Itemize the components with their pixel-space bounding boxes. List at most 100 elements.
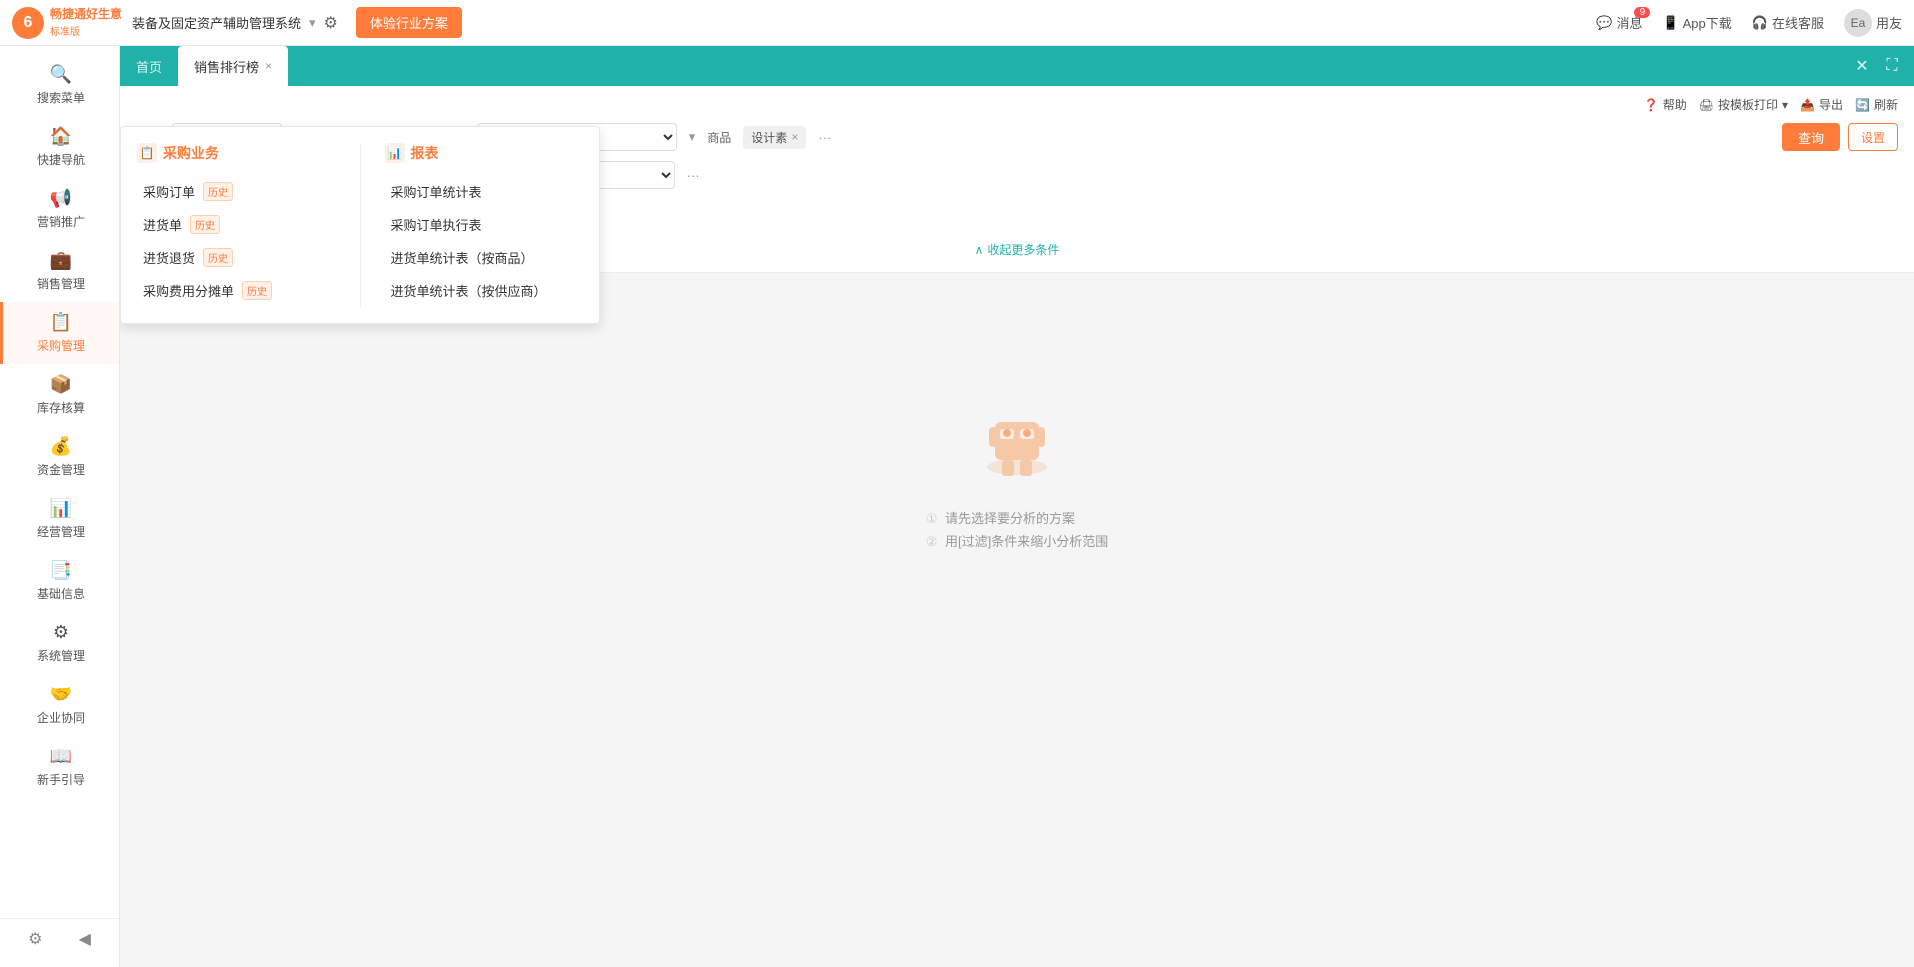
sidebar-item-quick[interactable]: 🏠 快捷导航 — [0, 116, 119, 178]
content-area: 首页 销售排行榜 × ✕ ⛶ ❓ 帮助 — [120, 46, 1914, 967]
menu-item-purchase-order-exec[interactable]: 采购订单执行表 — [385, 208, 584, 241]
sidebar-item-label: 系统管理 — [37, 647, 85, 664]
empty-tip2: ② 用[过滤]条件来缩小分析范围 — [926, 531, 1109, 550]
report-section-title: 📊 报表 — [385, 143, 584, 163]
megaphone-icon: 📢 — [50, 188, 72, 209]
page-content: ❓ 帮助 🖨 按模板打印 ▾ 📤 导出 🔄 — [120, 86, 1914, 967]
clipboard-icon: 📋 — [50, 312, 72, 333]
menu-item-purchase-order-stat[interactable]: 采购订单统计表 — [385, 175, 584, 208]
online-service-item[interactable]: 🎧 在线客服 — [1752, 13, 1824, 32]
empty-illustration — [967, 392, 1067, 492]
refresh-action[interactable]: 🔄 刷新 — [1855, 96, 1898, 113]
sidebar-item-purchase[interactable]: 📋 采购管理 — [0, 302, 119, 364]
sidebar-item-marketing[interactable]: 📢 营销推广 — [0, 178, 119, 240]
gear-icon: ⚙ — [53, 622, 69, 643]
handshake-icon: 🤝 — [50, 684, 72, 705]
phone-icon: 📱 — [1662, 15, 1678, 31]
sidebar-item-guide[interactable]: 📖 新手引导 — [0, 736, 119, 798]
goods-label: 商品 — [707, 129, 731, 146]
money-icon: 💰 — [50, 436, 72, 457]
refresh-label: 刷新 — [1874, 96, 1898, 113]
online-service-label: 在线客服 — [1772, 13, 1824, 32]
sidebar-item-basic[interactable]: 📑 基础信息 — [0, 550, 119, 612]
close-tab-btn[interactable]: ✕ — [1848, 52, 1876, 80]
report-section-icon: 📊 — [385, 143, 405, 163]
app-download-item[interactable]: 📱 App下载 — [1662, 13, 1731, 32]
goods-dots[interactable]: ··· — [818, 130, 831, 145]
sidebar-item-label: 资金管理 — [37, 461, 85, 478]
tab-close-icon[interactable]: × — [265, 59, 272, 73]
help-action[interactable]: ❓ 帮助 — [1644, 96, 1687, 113]
history-badge: 历史 — [203, 248, 233, 267]
doc-status-dots[interactable]: ▾ — [689, 129, 696, 145]
sidebar-item-system[interactable]: ⚙ 系统管理 — [0, 612, 119, 674]
sidebar-item-label: 库存核算 — [37, 399, 85, 416]
sidebar-item-inventory[interactable]: 📦 库存核算 — [0, 364, 119, 426]
logo-area: 6 畅捷通好生意 标准版 — [12, 7, 132, 39]
fullscreen-btn[interactable]: ⛶ — [1878, 52, 1906, 80]
sidebar-item-sales[interactable]: 💼 销售管理 — [0, 240, 119, 302]
empty-tips: ① 请先选择要分析的方案 ② 用[过滤]条件来缩小分析范围 — [926, 504, 1109, 554]
menu-item-purchase-order[interactable]: 采购订单 历史 — [137, 175, 336, 208]
tab-sales-rank-label: 销售排行榜 — [194, 57, 259, 76]
avatar: Ea — [1844, 9, 1872, 37]
sidebar-item-label: 采购管理 — [37, 337, 85, 354]
home-icon: 🏠 — [50, 126, 72, 147]
sidebar-item-label: 快捷导航 — [37, 151, 85, 168]
sidebar-item-label: 新手引导 — [37, 771, 85, 788]
settings-button[interactable]: 设置 — [1848, 123, 1898, 151]
menu-item-goods-receipt[interactable]: 进货单 历史 — [137, 208, 336, 241]
menu-item-purchase-expense[interactable]: 采购费用分摊单 历史 — [137, 274, 336, 307]
tab-sales-rank[interactable]: 销售排行榜 × — [178, 46, 288, 86]
industry-btn[interactable]: 体验行业方案 — [356, 7, 462, 38]
message-item[interactable]: 💬 消息 9 — [1596, 13, 1642, 32]
sidebar-bottom: ⚙ ◀ — [0, 918, 119, 959]
main-layout: 🔍 搜索菜单 🏠 快捷导航 📢 营销推广 💼 销售管理 📋 采购管理 📦 库存核… — [0, 46, 1914, 967]
box-icon: 📦 — [50, 374, 72, 395]
goods-tag-close[interactable]: × — [791, 130, 798, 144]
sidebar-item-finance[interactable]: 💰 资金管理 — [0, 426, 119, 488]
title-dropdown-icon[interactable]: ▾ — [309, 15, 316, 31]
menu-divider — [360, 143, 361, 307]
collapse-icon: ∧ — [975, 243, 984, 257]
sidebar-item-label: 搜索菜单 — [37, 89, 85, 106]
help-label: 帮助 — [1663, 96, 1687, 113]
menu-item-goods-stat-by-supplier[interactable]: 进货单统计表（按供应商） — [385, 274, 584, 307]
bottom-settings-icon[interactable]: ⚙ — [28, 929, 42, 949]
menu-item-label: 进货退货 — [143, 248, 195, 267]
history-badge: 历史 — [203, 182, 233, 201]
empty-state: ① 请先选择要分析的方案 ② 用[过滤]条件来缩小分析范围 — [120, 273, 1914, 673]
salesperson-dots[interactable]: ··· — [687, 168, 700, 183]
document-icon: 📑 — [50, 560, 72, 581]
system-title-text: 装备及固定资产辅助管理系统 — [132, 13, 301, 32]
header-right: 💬 消息 9 📱 App下载 🎧 在线客服 Ea 用友 — [1596, 9, 1902, 37]
bottom-collapse-icon[interactable]: ◀ — [79, 929, 91, 949]
user-item[interactable]: Ea 用友 — [1844, 9, 1902, 37]
refresh-icon: 🔄 — [1855, 98, 1870, 112]
menu-item-goods-stat-by-goods[interactable]: 进货单统计表（按商品） — [385, 241, 584, 274]
menu-item-label: 进货单统计表（按供应商） — [391, 281, 547, 300]
export-action[interactable]: 📤 导出 — [1800, 96, 1843, 113]
user-label: 用友 — [1876, 13, 1902, 32]
export-label: 导出 — [1819, 96, 1843, 113]
message-icon: 💬 — [1596, 15, 1612, 31]
book-icon: 📖 — [50, 746, 72, 767]
print-action[interactable]: 🖨 按模板打印 ▾ — [1699, 96, 1788, 113]
sidebar-item-search[interactable]: 🔍 搜索菜单 — [0, 54, 119, 116]
sidebar-item-enterprise[interactable]: 🤝 企业协同 — [0, 674, 119, 736]
purchase-section-icon: 📋 — [137, 143, 157, 163]
purchase-section: 📋 采购业务 采购订单 历史 进货单 历史 进货退货 历史 — [137, 143, 336, 307]
search-button[interactable]: 查询 — [1782, 123, 1840, 151]
search-btns: 查询 设置 — [1782, 123, 1898, 151]
sidebar-item-operation[interactable]: 📊 经营管理 — [0, 488, 119, 550]
settings-icon[interactable]: ⚙ — [324, 13, 338, 33]
print-dropdown-icon[interactable]: ▾ — [1782, 98, 1788, 112]
sidebar-item-label: 经营管理 — [37, 523, 85, 540]
menu-item-goods-return[interactable]: 进货退货 历史 — [137, 241, 336, 274]
print-label: 按模板打印 — [1718, 96, 1778, 113]
toolbar-actions-row: ❓ 帮助 🖨 按模板打印 ▾ 📤 导出 🔄 — [136, 96, 1898, 113]
tab-home[interactable]: 首页 — [120, 46, 178, 86]
menu-item-label: 进货单 — [143, 215, 182, 234]
print-icon: 🖨 — [1699, 98, 1714, 112]
chart-icon: 📊 — [50, 498, 72, 519]
